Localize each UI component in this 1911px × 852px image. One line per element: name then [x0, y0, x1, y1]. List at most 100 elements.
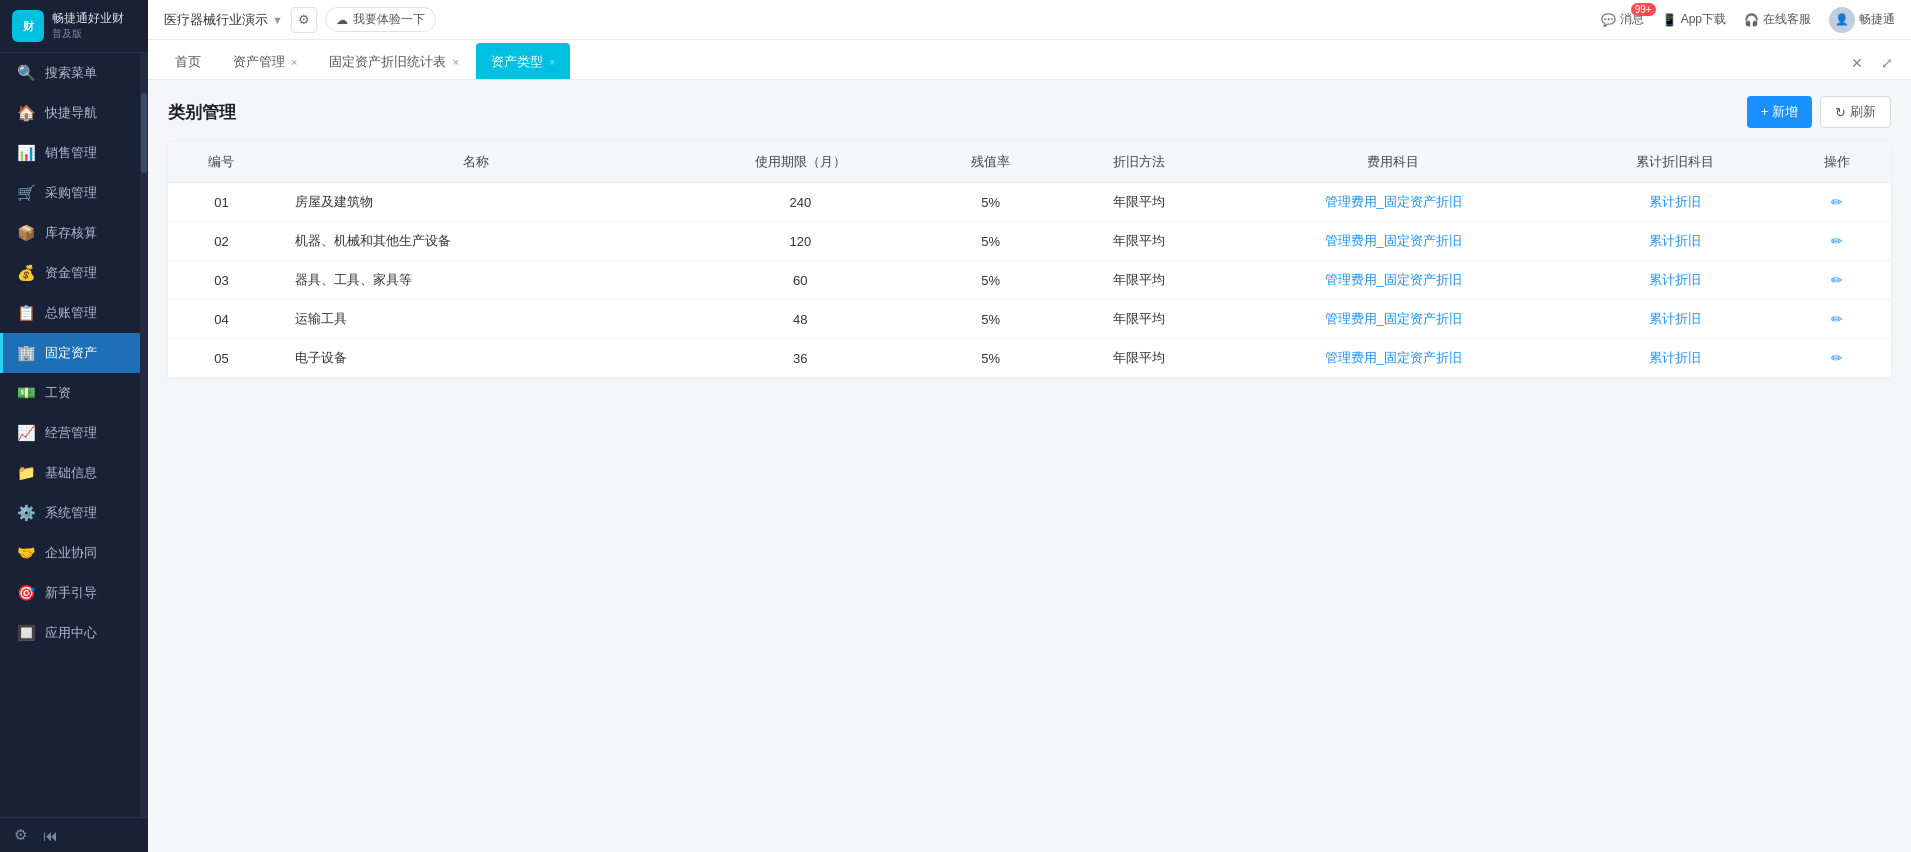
edit-icon[interactable]: ✏	[1831, 272, 1843, 288]
sidebar-label-ledger: 总账管理	[45, 304, 97, 322]
sidebar-item-finance[interactable]: 💰 资金管理	[0, 253, 140, 293]
settings-icon[interactable]: ⚙	[14, 826, 27, 844]
sidebar-item-purchase[interactable]: 🛒 采购管理	[0, 173, 140, 213]
sidebar-label-quick-nav: 快捷导航	[45, 104, 97, 122]
sidebar-label-payroll: 工资	[45, 384, 71, 402]
cell-period: 60	[677, 261, 923, 300]
tab-asset-type-close[interactable]: ×	[549, 56, 555, 68]
sidebar-item-search[interactable]: 🔍 搜索菜单	[0, 53, 140, 93]
cell-name: 机器、机械和其他生产设备	[275, 222, 677, 261]
sidebar-item-basic-info[interactable]: 📁 基础信息	[0, 453, 140, 493]
tabsbar-actions: ✕ ⤢	[1845, 51, 1899, 79]
app-logo-sub: 普及版	[52, 27, 124, 41]
col-expense: 费用科目	[1221, 142, 1566, 183]
fixed-assets-icon: 🏢	[17, 344, 35, 362]
sidebar-label-fixed-assets: 固定资产	[45, 344, 97, 362]
tab-depreciation-table[interactable]: 固定资产折旧统计表 ×	[314, 43, 473, 79]
sidebar-label-system: 系统管理	[45, 504, 97, 522]
tab-asset-mgmt-close[interactable]: ×	[291, 56, 297, 68]
sidebar-label-guide: 新手引导	[45, 584, 97, 602]
user-profile-button[interactable]: 👤 畅捷通	[1829, 7, 1895, 33]
app-center-icon: 🔲	[17, 624, 35, 642]
tab-depreciation-label: 固定资产折旧统计表	[329, 53, 446, 71]
cell-action[interactable]: ✏	[1784, 300, 1891, 339]
table-header-row: 编号 名称 使用期限（月） 残值率 折旧方法 费用科目 累计折旧科目 操作	[168, 142, 1891, 183]
edit-icon[interactable]: ✏	[1831, 194, 1843, 210]
data-table: 编号 名称 使用期限（月） 残值率 折旧方法 费用科目 累计折旧科目 操作 01…	[168, 142, 1891, 378]
sidebar-scrollbar[interactable]	[140, 53, 148, 817]
sidebar-item-ledger[interactable]: 📋 总账管理	[0, 293, 140, 333]
sidebar-item-payroll[interactable]: 💵 工资	[0, 373, 140, 413]
settings-gear-button[interactable]: ⚙	[291, 7, 317, 33]
cell-period: 36	[677, 339, 923, 378]
cell-action[interactable]: ✏	[1784, 339, 1891, 378]
app-download-button[interactable]: 📱 App下载	[1662, 11, 1726, 28]
tab-asset-type[interactable]: 资产类型 ×	[476, 43, 570, 79]
company-selector[interactable]: 医疗器械行业演示 ▼	[164, 11, 283, 29]
sidebar-item-app-center[interactable]: 🔲 应用中心	[0, 613, 140, 653]
sidebar-item-enterprise[interactable]: 🤝 企业协同	[0, 533, 140, 573]
message-button[interactable]: 💬 消息 99+	[1601, 11, 1644, 28]
refresh-button[interactable]: ↻ 刷新	[1820, 96, 1891, 128]
quick-nav-icon: 🏠	[17, 104, 35, 122]
sidebar-item-system[interactable]: ⚙️ 系统管理	[0, 493, 140, 533]
expand-button[interactable]: ⤢	[1875, 51, 1899, 75]
cell-period: 48	[677, 300, 923, 339]
edit-icon[interactable]: ✏	[1831, 311, 1843, 327]
cell-action[interactable]: ✏	[1784, 183, 1891, 222]
operations-icon: 📈	[17, 424, 35, 442]
sidebar-logo: 财 畅捷通好业财 普及版	[0, 0, 148, 53]
close-tab-button[interactable]: ✕	[1845, 51, 1869, 75]
cell-id: 03	[168, 261, 275, 300]
cell-period: 120	[677, 222, 923, 261]
edit-icon[interactable]: ✏	[1831, 350, 1843, 366]
table-row: 01 房屋及建筑物 240 5% 年限平均 管理费用_固定资产折旧 累计折旧 ✏	[168, 183, 1891, 222]
sidebar-bottom: ⚙ ⏮	[0, 817, 148, 852]
experience-button[interactable]: ☁ 我要体验一下	[325, 7, 436, 32]
chevron-down-icon: ▼	[272, 14, 283, 26]
topbar: 医疗器械行业演示 ▼ ⚙ ☁ 我要体验一下 💬 消息 99+ 📱 App下载	[148, 0, 1911, 40]
cell-accumulated: 累计折旧	[1566, 222, 1784, 261]
sidebar-label-finance: 资金管理	[45, 264, 97, 282]
tab-home[interactable]: 首页	[160, 43, 216, 79]
sidebar-item-operations[interactable]: 📈 经营管理	[0, 413, 140, 453]
tab-asset-type-label: 资产类型	[491, 53, 543, 71]
experience-label: 我要体验一下	[353, 11, 425, 28]
page-title: 类别管理	[168, 101, 236, 124]
main-area: 医疗器械行业演示 ▼ ⚙ ☁ 我要体验一下 💬 消息 99+ 📱 App下载	[148, 0, 1911, 852]
toggle-icon[interactable]: ⏮	[43, 827, 58, 844]
table-row: 05 电子设备 36 5% 年限平均 管理费用_固定资产折旧 累计折旧 ✏	[168, 339, 1891, 378]
sidebar: 财 畅捷通好业财 普及版 🔍 搜索菜单 🏠 快捷导航 📊 销售管理 🛒 采购管理…	[0, 0, 148, 852]
refresh-icon: ↻	[1835, 105, 1846, 120]
page-actions: + 新增 ↻ 刷新	[1747, 96, 1891, 128]
cell-expense: 管理费用_固定资产折旧	[1221, 300, 1566, 339]
sidebar-item-fixed-assets[interactable]: 🏢 固定资产	[0, 333, 140, 373]
edit-icon[interactable]: ✏	[1831, 233, 1843, 249]
cell-accumulated: 累计折旧	[1566, 261, 1784, 300]
col-name: 名称	[275, 142, 677, 183]
sidebar-label-enterprise: 企业协同	[45, 544, 97, 562]
sidebar-item-inventory[interactable]: 📦 库存核算	[0, 213, 140, 253]
cell-action[interactable]: ✏	[1784, 222, 1891, 261]
new-button[interactable]: + 新增	[1747, 96, 1812, 128]
table-row: 02 机器、机械和其他生产设备 120 5% 年限平均 管理费用_固定资产折旧 …	[168, 222, 1891, 261]
cell-name: 电子设备	[275, 339, 677, 378]
sidebar-item-guide[interactable]: 🎯 新手引导	[0, 573, 140, 613]
inventory-icon: 📦	[17, 224, 35, 242]
tabs-bar: 首页 资产管理 × 固定资产折旧统计表 × 资产类型 × ✕ ⤢	[148, 40, 1911, 80]
cell-action[interactable]: ✏	[1784, 261, 1891, 300]
tab-asset-mgmt[interactable]: 资产管理 ×	[218, 43, 312, 79]
tab-asset-mgmt-label: 资产管理	[233, 53, 285, 71]
mobile-icon: 📱	[1662, 13, 1677, 27]
user-icon: 👤	[1835, 13, 1849, 26]
cell-method: 年限平均	[1058, 339, 1221, 378]
finance-icon: 💰	[17, 264, 35, 282]
online-service-button[interactable]: 🎧 在线客服	[1744, 11, 1811, 28]
tab-depreciation-close[interactable]: ×	[452, 56, 458, 68]
sidebar-item-quick-nav[interactable]: 🏠 快捷导航	[0, 93, 140, 133]
sidebar-item-sales[interactable]: 📊 销售管理	[0, 133, 140, 173]
cell-accumulated: 累计折旧	[1566, 183, 1784, 222]
enterprise-icon: 🤝	[17, 544, 35, 562]
sidebar-label-search: 搜索菜单	[45, 64, 97, 82]
ledger-icon: 📋	[17, 304, 35, 322]
